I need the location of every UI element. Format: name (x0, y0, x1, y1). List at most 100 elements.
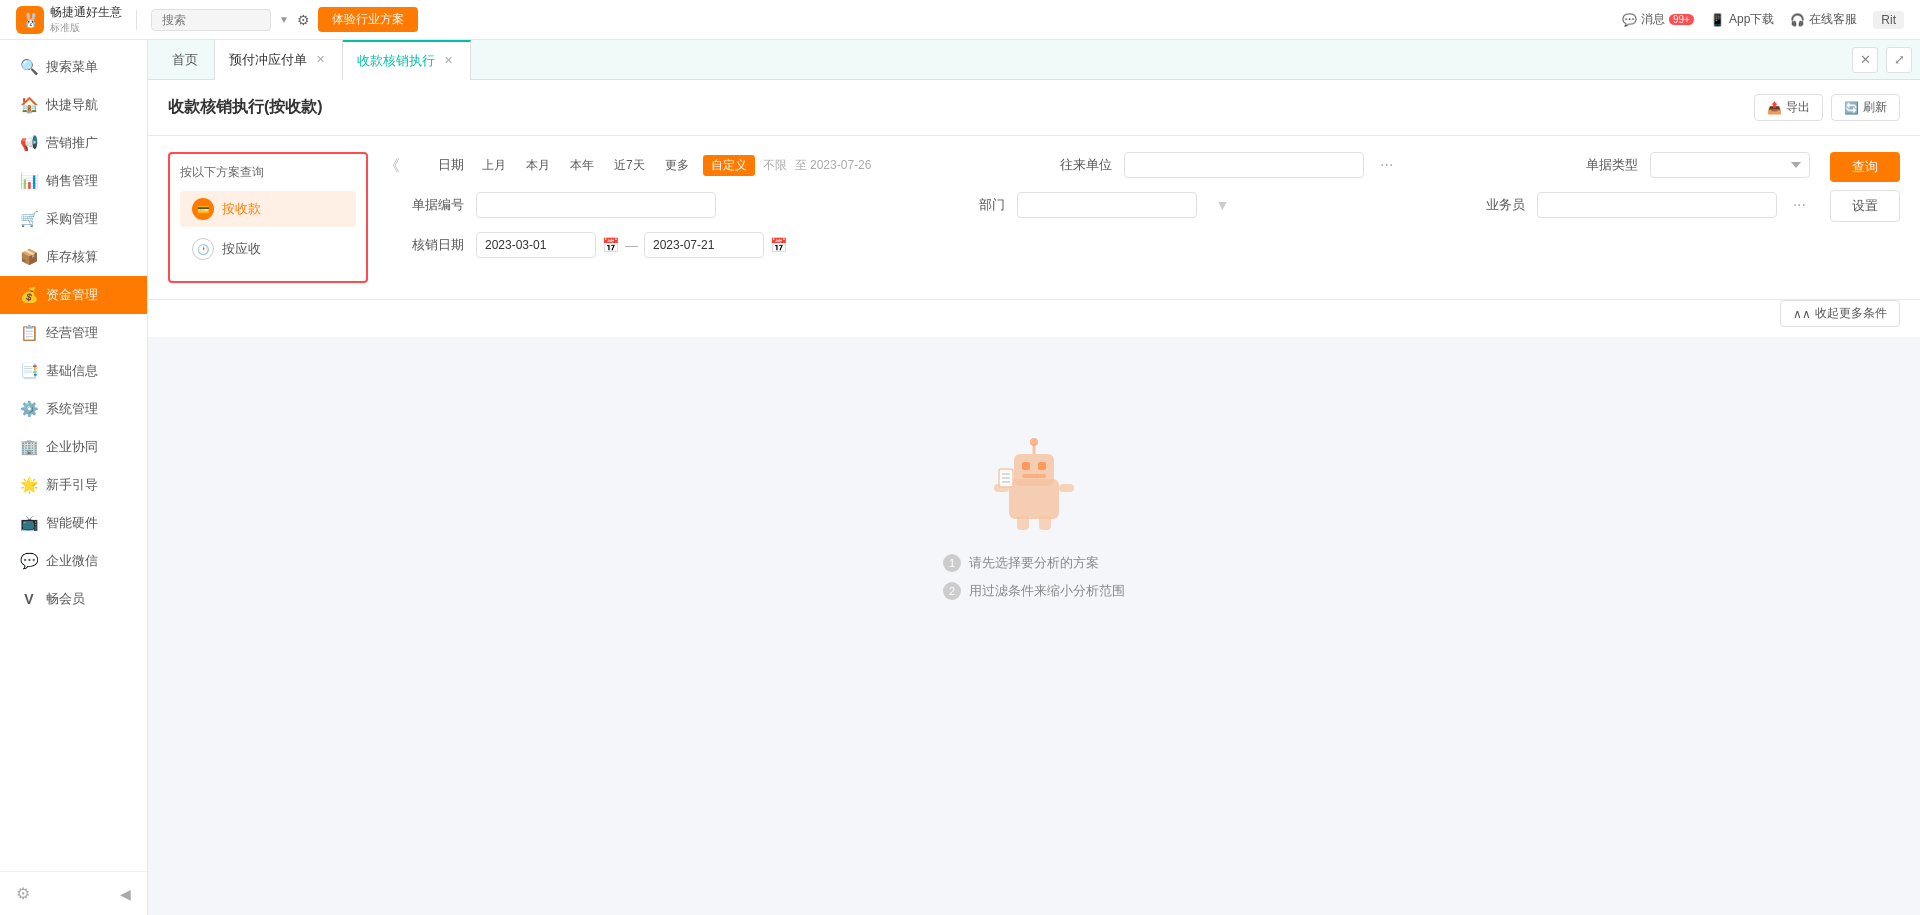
verify-date-end-icon[interactable]: 📅 (770, 237, 787, 253)
counterparty-more-icon[interactable]: ··· (1376, 156, 1397, 174)
tab-prepay-label: 预付冲应付单 (229, 51, 307, 69)
sidebar-item-inventory[interactable]: 📦 库存核算 (0, 238, 147, 276)
verify-date-end-input[interactable] (644, 232, 764, 258)
export-button[interactable]: 📤 导出 (1754, 94, 1823, 121)
finance-icon: 💰 (20, 286, 38, 304)
sidebar-item-member[interactable]: V 畅会员 (0, 580, 147, 618)
sidebar-item-purchase[interactable]: 🛒 采购管理 (0, 200, 147, 238)
marketing-icon: 📢 (20, 134, 38, 152)
sidebar-item-hardware[interactable]: 📺 智能硬件 (0, 504, 147, 542)
sidebar-collapse-icon[interactable]: ◀ (120, 886, 131, 902)
search-chevron-icon[interactable]: ▼ (279, 14, 289, 25)
sidebar-item-label-nav: 快捷导航 (46, 96, 98, 114)
tab-verify[interactable]: 收款核销执行 ✕ (343, 40, 471, 80)
sidebar-item-nav[interactable]: 🏠 快捷导航 (0, 86, 147, 124)
top-bar-left: 🐰 畅捷通好生意 标准版 ▼ ⚙ 体验行业方案 (16, 4, 418, 35)
user-name[interactable]: Rit (1873, 11, 1904, 29)
counterparty-input[interactable] (1124, 152, 1364, 178)
message-action[interactable]: 💬 消息 99+ (1622, 11, 1694, 28)
filter-option-by-receipt[interactable]: 💳 按收款 (180, 191, 356, 227)
tab-prepay[interactable]: 预付冲应付单 ✕ (215, 40, 343, 80)
system-icon: ⚙️ (20, 400, 38, 418)
tab-close-all-btn[interactable]: ✕ (1852, 47, 1878, 73)
sidebar-settings-icon[interactable]: ⚙ (16, 884, 30, 903)
sidebar-item-enterprise[interactable]: 🏢 企业协同 (0, 428, 147, 466)
verify-date-start-input[interactable] (476, 232, 596, 258)
tab-verify-close[interactable]: ✕ (441, 53, 456, 68)
date-7days[interactable]: 近7天 (608, 155, 651, 176)
message-badge: 99+ (1669, 14, 1694, 25)
main-content: 首页 预付冲应付单 ✕ 收款核销执行 ✕ ✕ ⤢ 收款核销执行(按收款) 📤 (148, 40, 1920, 915)
settings-icon[interactable]: ⚙ (297, 12, 310, 28)
date-this-month[interactable]: 本月 (520, 155, 556, 176)
date-this-year[interactable]: 本年 (564, 155, 600, 176)
sidebar-item-label-basic: 基础信息 (46, 362, 98, 380)
message-label: 消息 (1641, 11, 1665, 28)
logo-text-group: 畅捷通好生意 标准版 (50, 4, 122, 35)
hint-1-text: 请先选择要分析的方案 (969, 554, 1099, 572)
empty-hints: 1 请先选择要分析的方案 2 用过滤条件来缩小分析范围 (943, 554, 1125, 600)
date-custom[interactable]: 自定义 (703, 155, 755, 176)
sidebar-item-label-finance: 资金管理 (46, 286, 98, 304)
hardware-icon: 📺 (20, 514, 38, 532)
sidebar-item-system[interactable]: ⚙️ 系统管理 (0, 390, 147, 428)
filter-settings-button[interactable]: 设置 (1830, 190, 1900, 222)
verify-date-label: 核销日期 (404, 236, 464, 254)
chevron-up-icon: ∧∧ (1793, 307, 1811, 321)
voucher-no-input[interactable] (476, 192, 716, 218)
query-button[interactable]: 查询 (1830, 152, 1900, 182)
top-bar-right: 💬 消息 99+ 📱 App下载 🎧 在线客服 Rit (1622, 11, 1904, 29)
basic-icon: 📑 (20, 362, 38, 380)
service-action[interactable]: 🎧 在线客服 (1790, 11, 1857, 28)
app-name: 畅捷通好生意 (50, 4, 122, 21)
date-last-month[interactable]: 上月 (476, 155, 512, 176)
app-download-icon: 📱 (1710, 13, 1725, 27)
verify-date-start-icon[interactable]: 📅 (602, 237, 619, 253)
staff-more-icon[interactable]: ··· (1789, 196, 1810, 214)
sidebar-item-search[interactable]: 🔍 搜索菜单 (0, 48, 147, 86)
sidebar-item-wechat[interactable]: 💬 企业微信 (0, 542, 147, 580)
sidebar-bottom: ⚙ ◀ (0, 871, 147, 915)
voucher-type-select[interactable] (1650, 152, 1810, 178)
dept-dropdown-icon[interactable]: ▼ (1209, 195, 1235, 215)
receipt-scheme-icon: 💳 (192, 198, 214, 220)
sidebar-item-finance[interactable]: 💰 资金管理 (0, 276, 147, 314)
hint-1-num: 1 (943, 554, 961, 572)
page-header: 收款核销执行(按收款) 📤 导出 🔄 刷新 (148, 80, 1920, 136)
app-download-label: App下载 (1729, 11, 1774, 28)
receipt-scheme-label: 按收款 (222, 200, 261, 218)
sidebar-item-label-marketing: 营销推广 (46, 134, 98, 152)
sidebar-item-basic[interactable]: 📑 基础信息 (0, 352, 147, 390)
app-download-action[interactable]: 📱 App下载 (1710, 11, 1774, 28)
staff-input[interactable] (1537, 192, 1777, 218)
filter-row-3: 核销日期 📅 — 📅 (404, 232, 1810, 258)
date-label: 日期 (404, 156, 464, 174)
collapse-more-button[interactable]: ∧∧ 收起更多条件 (1780, 300, 1900, 327)
tab-expand-btn[interactable]: ⤢ (1886, 47, 1912, 73)
tab-home[interactable]: 首页 (156, 40, 215, 80)
svg-rect-10 (1039, 516, 1051, 530)
empty-state: 1 请先选择要分析的方案 2 用过滤条件来缩小分析范围 (148, 337, 1920, 697)
sidebar-item-sales[interactable]: 📊 销售管理 (0, 162, 147, 200)
app-sub: 标准版 (50, 21, 122, 35)
wechat-icon: 💬 (20, 552, 38, 570)
tab-prepay-close[interactable]: ✕ (313, 52, 328, 67)
page-title: 收款核销执行(按收款) (168, 97, 323, 132)
message-icon: 💬 (1622, 13, 1637, 27)
industry-button[interactable]: 体验行业方案 (318, 7, 418, 32)
page-header-actions: 📤 导出 🔄 刷新 (1754, 94, 1900, 135)
sidebar-item-marketing[interactable]: 📢 营销推广 (0, 124, 147, 162)
search-input[interactable] (151, 9, 271, 31)
sidebar-nav: 🔍 搜索菜单 🏠 快捷导航 📢 营销推广 📊 销售管理 🛒 采购管理 📦 (0, 40, 147, 626)
refresh-button[interactable]: 🔄 刷新 (1831, 94, 1900, 121)
date-more[interactable]: 更多 (659, 155, 695, 176)
hint-2-text: 用过滤条件来缩小分析范围 (969, 582, 1125, 600)
sidebar-item-guide[interactable]: 🌟 新手引导 (0, 466, 147, 504)
dept-input[interactable] (1017, 192, 1197, 218)
export-label: 导出 (1786, 99, 1810, 116)
sidebar-item-management[interactable]: 📋 经营管理 (0, 314, 147, 352)
filter-collapse-btn[interactable]: 《 (384, 152, 404, 283)
dept-label: 部门 (945, 196, 1005, 214)
svg-rect-2 (1022, 462, 1030, 470)
filter-option-by-receivable[interactable]: 🕐 按应收 (180, 231, 356, 267)
